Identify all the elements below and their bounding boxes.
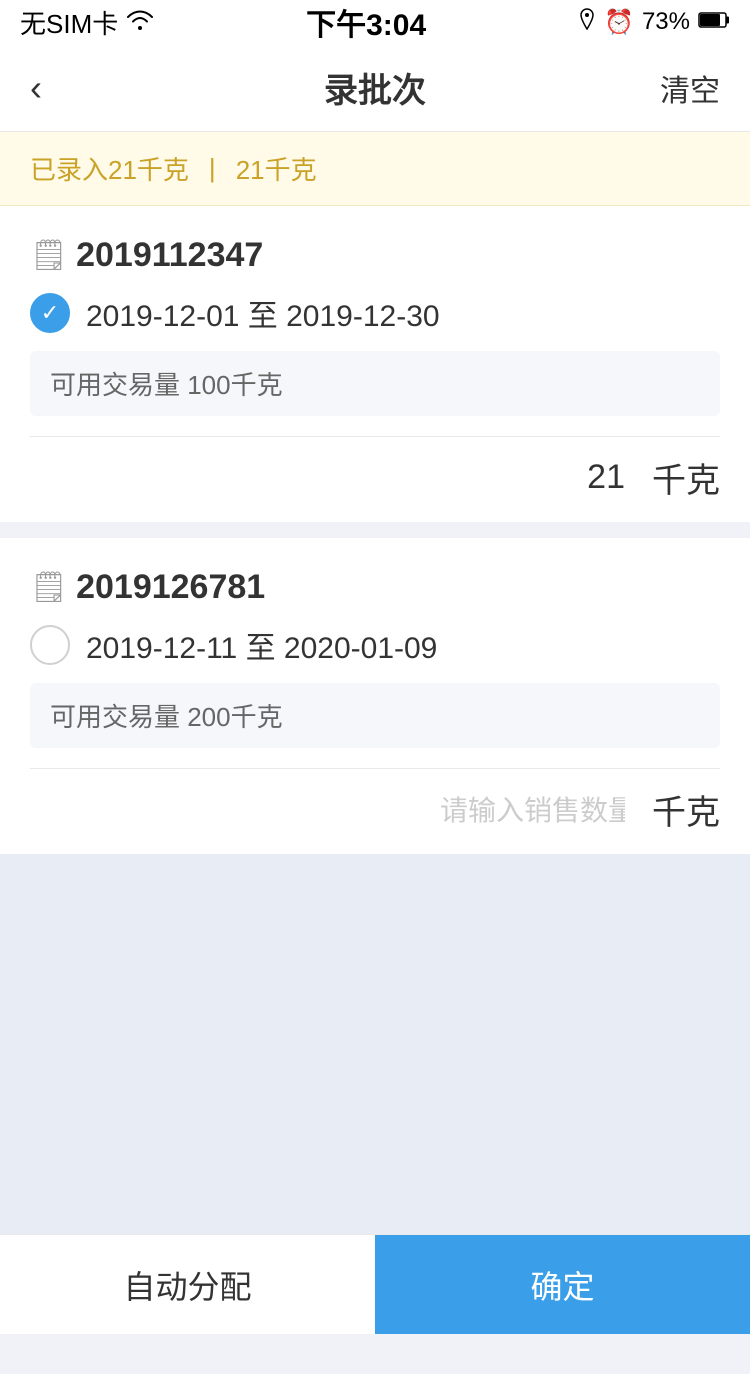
avail-box-1: 可用交易量 200千克 — [30, 683, 720, 748]
radio-1[interactable] — [30, 625, 70, 665]
page-content: 🗒 2019112347 ✓ 2019-12-01 至 2019-12-30 可… — [0, 206, 750, 1374]
avail-label-0: 可用交易量 100千克 — [50, 370, 283, 400]
bottom-spacer — [0, 854, 750, 1274]
auto-distribute-button[interactable]: 自动分配 — [0, 1235, 375, 1334]
unit-label-1: 千克 — [652, 785, 720, 834]
card-separator-0 — [0, 522, 750, 538]
page-title: 录批次 — [324, 63, 426, 112]
status-time: 下午3:04 — [306, 0, 426, 44]
avail-label-1: 可用交易量 200千克 — [50, 702, 283, 732]
batch-id-0: 2019112347 — [76, 236, 263, 275]
recorded-label: 已录入21千克 — [30, 150, 189, 187]
input-row-1: 千克 — [30, 768, 720, 854]
batch-card-1: 🗒 2019126781 2019-12-11 至 2020-01-09 可用交… — [0, 538, 750, 854]
doc-icon-1: 🗒 — [30, 570, 68, 605]
batch-header-0: 🗒 2019112347 — [30, 236, 720, 275]
check-mark-0: ✓ — [41, 300, 59, 326]
wifi-icon — [126, 7, 154, 38]
qty-input-0[interactable] — [440, 458, 640, 497]
back-button[interactable]: ‹ — [30, 67, 90, 109]
confirm-label: 确定 — [530, 1262, 594, 1308]
batch-date-row-1[interactable]: 2019-12-11 至 2020-01-09 — [30, 623, 720, 667]
info-amount: 21千克 — [236, 150, 317, 187]
batch-date-row-0[interactable]: ✓ 2019-12-01 至 2019-12-30 — [30, 291, 720, 335]
qty-input-1[interactable] — [440, 790, 640, 829]
auto-distribute-label: 自动分配 — [123, 1262, 251, 1308]
input-row-0: 千克 — [30, 436, 720, 522]
info-divider: | — [209, 153, 216, 184]
info-banner: 已录入21千克 | 21千克 — [0, 132, 750, 206]
status-bar: 无SIM卡 下午3:04 ⏰ 73% — [0, 0, 750, 44]
battery-label: 73% — [642, 8, 690, 36]
confirm-button[interactable]: 确定 — [375, 1235, 750, 1334]
doc-icon-0: 🗒 — [30, 238, 68, 273]
carrier-label: 无SIM卡 — [20, 4, 118, 41]
footer: 自动分配 确定 — [0, 1234, 750, 1334]
date-text-0: 2019-12-01 至 2019-12-30 — [86, 291, 440, 335]
location-icon — [578, 8, 596, 37]
batch-card-0: 🗒 2019112347 ✓ 2019-12-01 至 2019-12-30 可… — [0, 206, 750, 522]
avail-box-0: 可用交易量 100千克 — [30, 351, 720, 416]
date-text-1: 2019-12-11 至 2020-01-09 — [86, 623, 437, 667]
batch-header-1: 🗒 2019126781 — [30, 568, 720, 607]
clear-button[interactable]: 清空 — [660, 66, 720, 110]
batch-id-1: 2019126781 — [76, 568, 265, 607]
alarm-icon: ⏰ — [604, 8, 634, 37]
battery-icon — [698, 8, 730, 36]
nav-bar: ‹ 录批次 清空 — [0, 44, 750, 132]
unit-label-0: 千克 — [652, 453, 720, 502]
radio-0[interactable]: ✓ — [30, 293, 70, 333]
